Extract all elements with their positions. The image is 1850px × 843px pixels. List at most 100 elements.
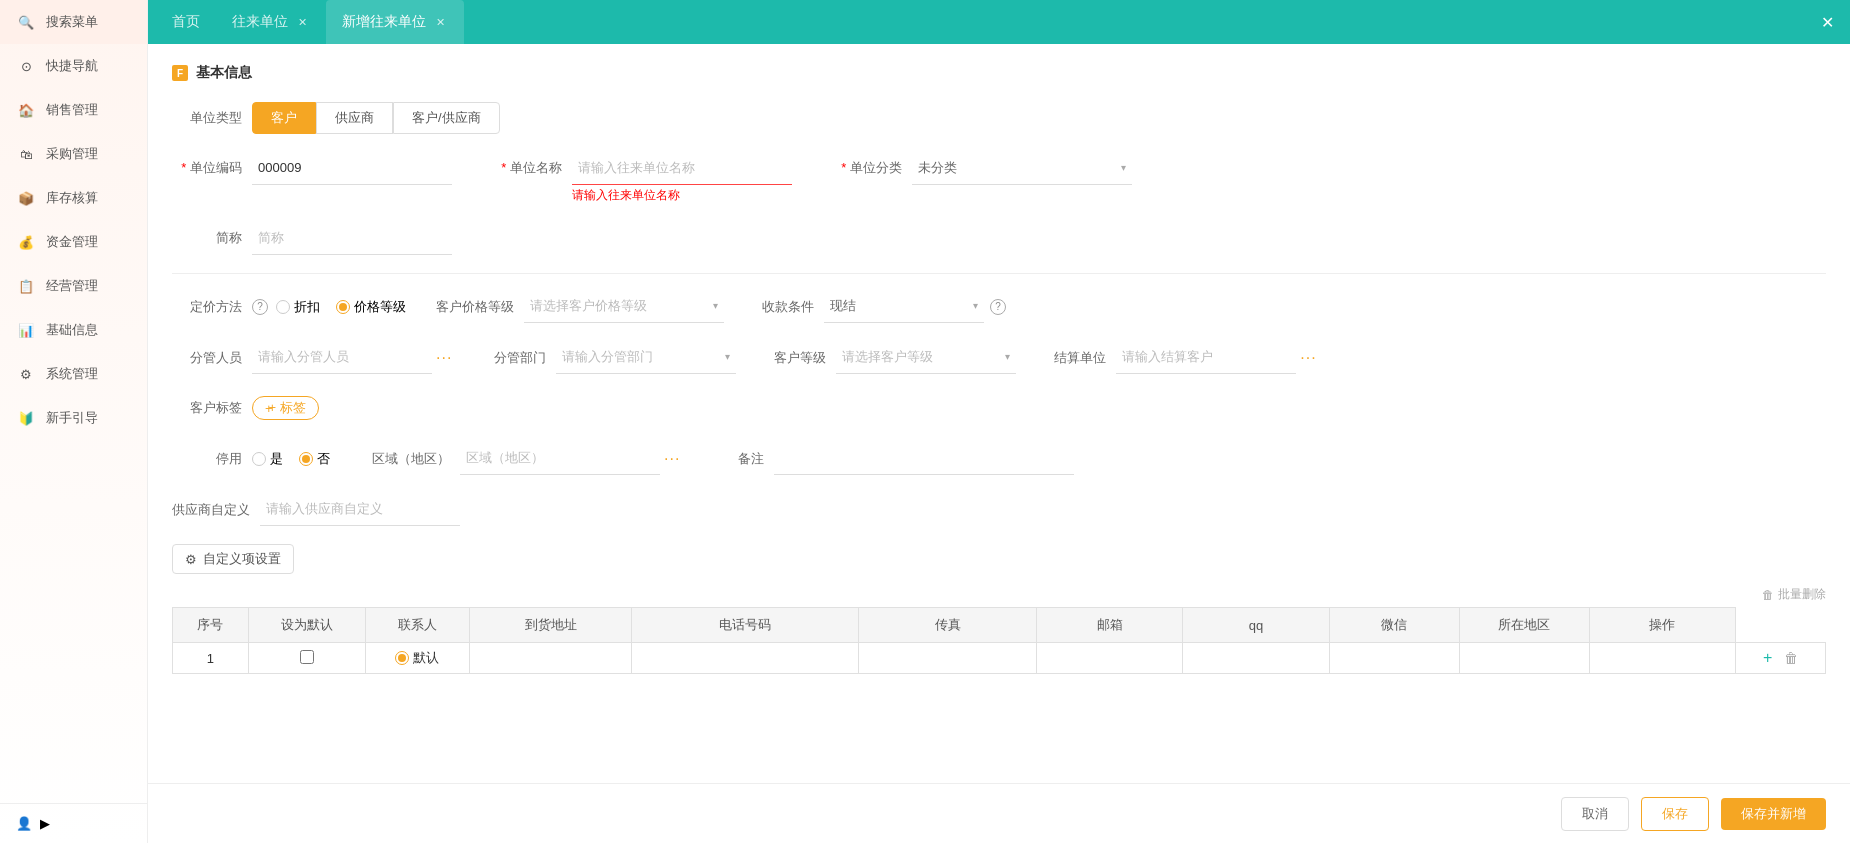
pricing-radio-discount[interactable]: 折扣 (276, 291, 320, 323)
type-btn-customer[interactable]: 客户 (252, 102, 316, 134)
window-close-button[interactable]: ✕ (1813, 9, 1842, 36)
customer-level-label: 客户等级 (766, 342, 836, 374)
content-area: F 基本信息 单位类型 客户 供应商 客户/供应商 单位编码 (148, 44, 1850, 843)
remark-input[interactable] (774, 442, 1074, 475)
sidebar-bottom[interactable]: 👤 ▶ (0, 803, 147, 843)
yes-radio-circle (252, 452, 266, 466)
sidebar-item-finance[interactable]: 💰 资金管理 (0, 220, 147, 264)
sidebar-item-sales[interactable]: 🏠 销售管理 (0, 88, 147, 132)
dept-label: 分管部门 (486, 342, 556, 374)
unit-code-cell: 单位编码 (172, 152, 452, 185)
row-qq[interactable] (1329, 643, 1459, 674)
payment-help-icon[interactable]: ? (990, 299, 1006, 315)
region-input[interactable] (460, 442, 660, 475)
row-checkbox-input[interactable] (300, 650, 314, 664)
col-action: 操作 (1589, 608, 1735, 643)
row-region[interactable] (1589, 643, 1735, 674)
row-wechat[interactable] (1459, 643, 1589, 674)
add-tag-button[interactable]: + + 标签 (252, 396, 319, 420)
disable-label: 停用 (172, 443, 252, 475)
row-region-input[interactable] (1627, 651, 1697, 666)
dept-select[interactable]: 请输入分管部门 ▾ (556, 341, 736, 374)
tab-new-partner[interactable]: 新增往来单位 ✕ (326, 0, 464, 44)
row-checkbox[interactable] (248, 643, 365, 674)
save-button[interactable]: 保存 (1641, 797, 1709, 831)
col-wechat: 微信 (1329, 608, 1459, 643)
custom-settings-button[interactable]: ⚙ 自定义项设置 (172, 544, 294, 574)
settlement-more-btn[interactable]: ··· (1296, 342, 1320, 374)
sidebar-item-quicknav[interactable]: ⊙ 快捷导航 (0, 44, 147, 88)
customer-level-select[interactable]: 请选择客户等级 ▾ (836, 341, 1016, 374)
default-radio[interactable] (395, 651, 409, 665)
tab-partners-close[interactable]: ✕ (294, 14, 310, 30)
system-icon: ⚙ (16, 364, 36, 384)
type-btn-supplier[interactable]: 供应商 (316, 102, 393, 134)
email-input[interactable] (1221, 651, 1291, 666)
settlement-label: 结算单位 (1046, 342, 1116, 374)
unit-type-row: 单位类型 客户 供应商 客户/供应商 (172, 102, 1826, 134)
contact-input[interactable] (511, 651, 591, 666)
disable-radio-group: 是 否 (252, 443, 330, 475)
tab-partners[interactable]: 往来单位 ✕ (216, 0, 326, 44)
unit-category-select[interactable]: 未分类 ▾ (912, 152, 1132, 185)
row-contact[interactable] (470, 643, 632, 674)
unit-type-cell: 单位类型 客户 供应商 客户/供应商 (172, 102, 500, 134)
wechat-input[interactable] (1494, 651, 1554, 666)
sidebar-item-basic[interactable]: 📊 基础信息 (0, 308, 147, 352)
add-row-button[interactable]: + (1763, 649, 1772, 666)
sidebar-item-inventory[interactable]: 📦 库存核算 (0, 176, 147, 220)
sidebar-item-purchase[interactable]: 🛍 采购管理 (0, 132, 147, 176)
qq-input[interactable] (1364, 651, 1424, 666)
manager-label: 分管人员 (172, 342, 252, 374)
pricing-radio-level[interactable]: 价格等级 (336, 291, 406, 323)
row-phone[interactable] (858, 643, 1036, 674)
type-btn-both[interactable]: 客户/供应商 (393, 102, 500, 134)
unit-name-input[interactable] (572, 152, 792, 185)
address-input[interactable] (685, 651, 805, 666)
tab-home[interactable]: 首页 (156, 0, 216, 44)
unit-category-label: 单位分类 (832, 152, 912, 184)
phone-input[interactable] (903, 651, 993, 666)
sales-icon: 🏠 (16, 100, 36, 120)
customer-price-select[interactable]: 请选择客户价格等级 ▾ (524, 290, 724, 323)
pricing-radio-group: 折扣 价格等级 (276, 291, 406, 323)
contacts-table: 序号 设为默认 联系人 到货地址 电话号码 传真 邮箱 qq 微信 所在地区 操… (172, 607, 1826, 674)
sidebar-item-search[interactable]: 🔍 搜索菜单 (0, 0, 147, 44)
abbr-input[interactable] (252, 222, 452, 255)
batch-delete-area[interactable]: 🗑 批量删除 (172, 586, 1826, 603)
manager-more-btn[interactable]: ··· (432, 342, 456, 374)
category-chevron-icon: ▾ (1121, 156, 1126, 180)
tab-new-partner-close[interactable]: ✕ (432, 14, 448, 30)
sidebar: 🔍 搜索菜单 ⊙ 快捷导航 🏠 销售管理 🛍 采购管理 📦 库存核算 💰 资金管… (0, 0, 148, 843)
cancel-button[interactable]: 取消 (1561, 797, 1629, 831)
supplier-custom-input[interactable] (260, 493, 460, 526)
disable-radio-no[interactable]: 否 (299, 443, 330, 475)
sidebar-item-newguide[interactable]: 🔰 新手引导 (0, 396, 147, 440)
region-more-btn[interactable]: ··· (660, 443, 684, 475)
unit-code-input[interactable] (252, 152, 452, 185)
payment-cell: 收款条件 现结 ▾ ? (754, 290, 1006, 323)
save-new-button[interactable]: 保存并新增 (1721, 798, 1826, 830)
unit-type-label: 单位类型 (172, 102, 252, 134)
sidebar-item-system[interactable]: ⚙ 系统管理 (0, 352, 147, 396)
customer-price-cell: 客户价格等级 请选择客户价格等级 ▾ (436, 290, 724, 323)
delete-row-button[interactable]: 🗑 (1784, 650, 1798, 666)
tag-cell: 客户标签 + + 标签 (172, 392, 319, 424)
row-fax[interactable] (1037, 643, 1183, 674)
row-email[interactable] (1183, 643, 1329, 674)
settlement-input[interactable] (1116, 341, 1296, 374)
payment-label: 收款条件 (754, 291, 824, 323)
payment-select[interactable]: 现结 ▾ (824, 290, 984, 323)
fax-input[interactable] (1075, 651, 1145, 666)
guide-icon: 🔰 (16, 408, 36, 428)
manager-input[interactable] (252, 341, 432, 374)
sidebar-item-operation[interactable]: 📋 经营管理 (0, 264, 147, 308)
disable-radio-yes[interactable]: 是 (252, 443, 283, 475)
pricing-help-icon[interactable]: ? (252, 299, 268, 315)
row-address[interactable] (632, 643, 859, 674)
col-region: 所在地区 (1459, 608, 1589, 643)
pricing-row: 定价方法 ? 折扣 价格等级 客户价格等级 请选择客户价格等级 (172, 290, 1826, 323)
unit-name-cell: 单位名称 请输入往来单位名称 (492, 152, 792, 204)
region-cell: 区域（地区） ··· (370, 442, 684, 475)
col-fax: 传真 (858, 608, 1036, 643)
